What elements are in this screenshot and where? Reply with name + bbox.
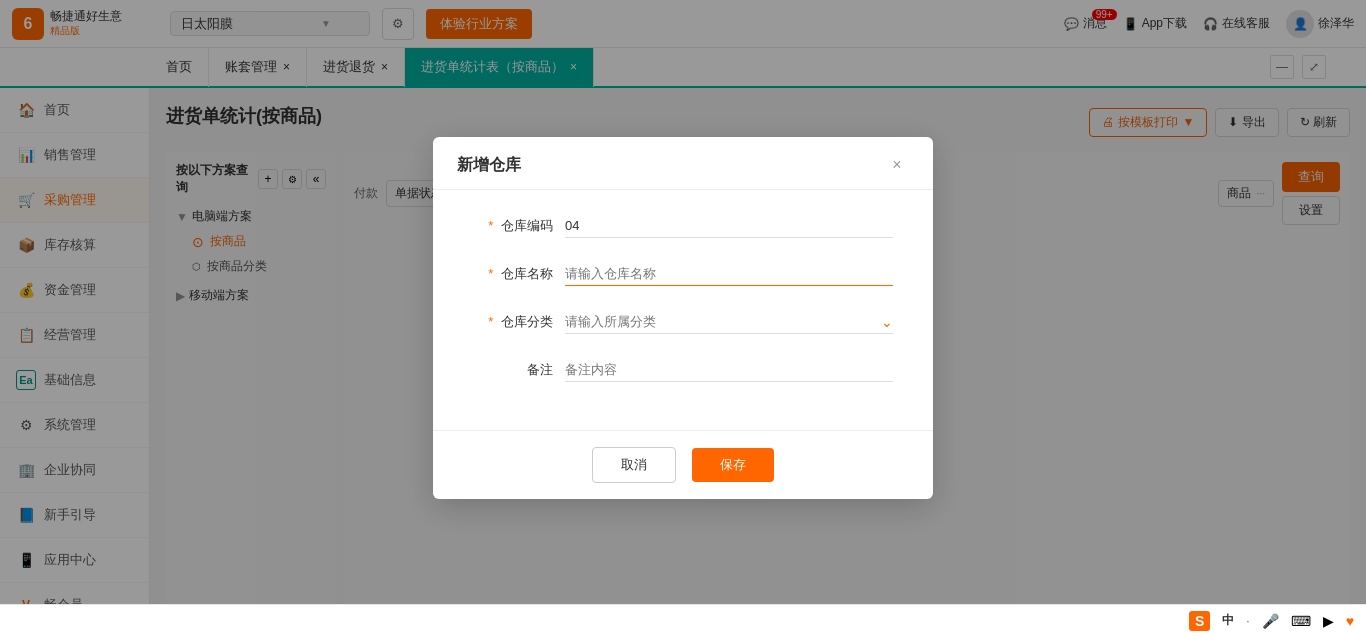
modal-overlay[interactable]: 新增仓库 × 仓库编码 仓库名称 仓库分类	[0, 0, 1366, 636]
form-row-remark: 备注	[473, 358, 893, 382]
cancel-button[interactable]: 取消	[592, 447, 676, 483]
form-row-category: 仓库分类 ⌄	[473, 310, 893, 334]
modal-header: 新增仓库 ×	[433, 137, 933, 190]
category-input[interactable]	[565, 310, 881, 333]
save-button[interactable]: 保存	[692, 448, 774, 482]
remark-input[interactable]	[565, 358, 893, 382]
warehouse-category-select[interactable]: ⌄	[565, 310, 893, 334]
s-logo: S	[1189, 611, 1210, 631]
modal-body: 仓库编码 仓库名称 仓库分类 ⌄	[433, 190, 933, 430]
new-warehouse-modal: 新增仓库 × 仓库编码 仓库名称 仓库分类	[433, 137, 933, 499]
bottom-status-bar: S 中 · 🎤 ⌨ ▶ ♥	[0, 604, 1366, 636]
label-warehouse-code: 仓库编码	[473, 217, 553, 235]
mic-icon[interactable]: 🎤	[1262, 613, 1279, 629]
warehouse-name-input[interactable]	[565, 262, 893, 286]
modal-close-button[interactable]: ×	[885, 153, 909, 177]
form-row-code: 仓库编码	[473, 214, 893, 238]
modal-title: 新增仓库	[457, 155, 521, 176]
label-warehouse-name: 仓库名称	[473, 265, 553, 283]
status-zhong[interactable]: 中	[1222, 612, 1234, 629]
keyboard-icon[interactable]: ⌨	[1291, 613, 1311, 629]
label-remark: 备注	[473, 361, 553, 379]
play-icon[interactable]: ▶	[1323, 613, 1334, 629]
form-row-name: 仓库名称	[473, 262, 893, 286]
label-warehouse-category: 仓库分类	[473, 313, 553, 331]
warehouse-code-input[interactable]	[565, 214, 893, 238]
modal-footer: 取消 保存	[433, 430, 933, 499]
heart-icon[interactable]: ♥	[1346, 613, 1354, 629]
status-dot: ·	[1246, 614, 1249, 628]
category-chevron-icon[interactable]: ⌄	[881, 314, 893, 330]
